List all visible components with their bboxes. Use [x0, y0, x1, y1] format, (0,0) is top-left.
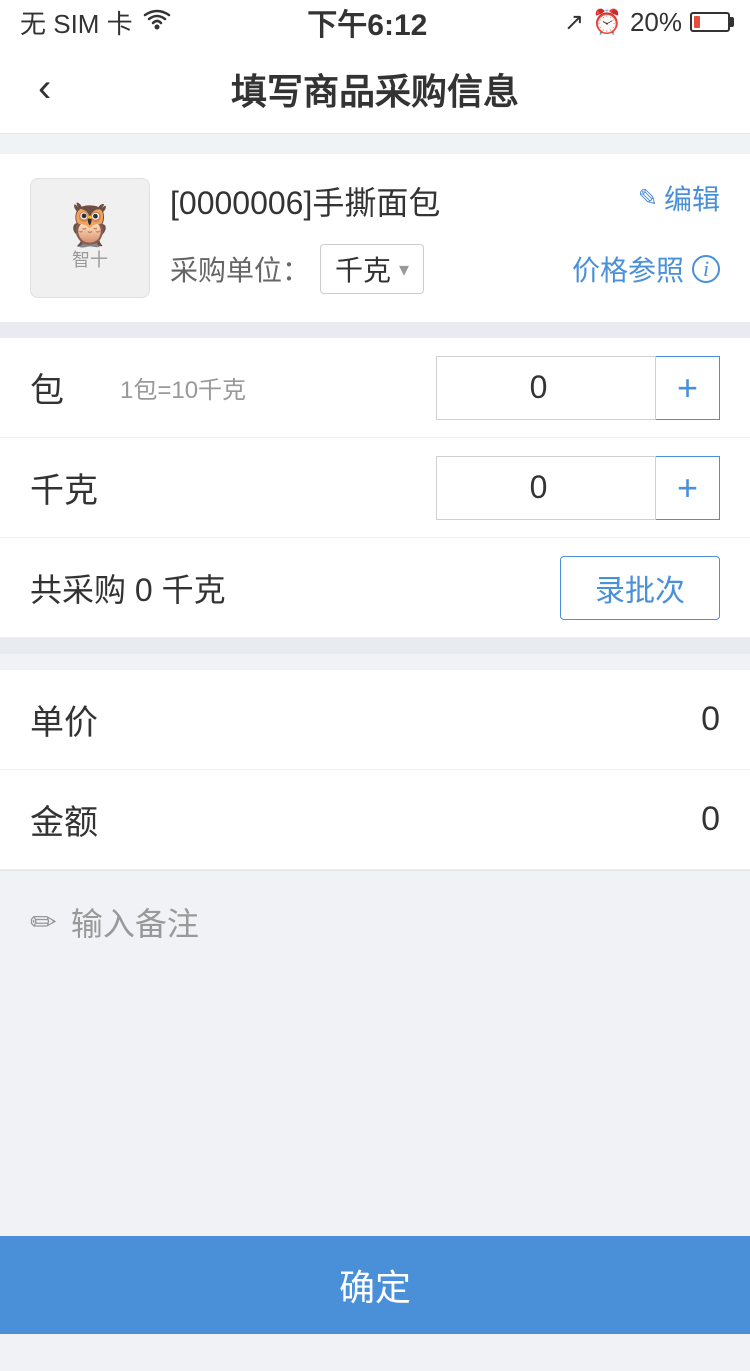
alarm-icon: ⏰ — [592, 8, 622, 37]
bag-label: 包 — [30, 363, 110, 412]
section-divider-1 — [0, 322, 750, 338]
remark-placeholder: 输入备注 — [71, 899, 199, 945]
price-ref-button[interactable]: 价格参照 i — [572, 249, 720, 289]
total-row: 共采购 0 千克 录批次 — [0, 538, 750, 638]
product-info: [0000006]手撕面包 ✎ 编辑 采购单位： 千克 ▾ 价格参照 i — [170, 178, 720, 294]
content-fill — [0, 973, 750, 1273]
product-image: 🦉 智十 — [30, 178, 150, 298]
page-title: 填写商品采购信息 — [231, 63, 519, 115]
bag-input[interactable] — [436, 356, 656, 420]
bag-input-row: 包 1包=10千克 + — [0, 338, 750, 438]
confirm-label: 确定 — [339, 1259, 411, 1311]
product-logo-sub: 智十 — [64, 246, 116, 272]
bag-plus-button[interactable]: + — [656, 356, 720, 420]
status-time: 下午6:12 — [307, 0, 427, 44]
product-logo: 🦉 — [64, 204, 116, 246]
unit-price-label: 单价 — [30, 695, 98, 744]
section-divider-2 — [0, 638, 750, 654]
edit-button[interactable]: ✎ 编辑 — [638, 178, 720, 218]
info-icon: i — [692, 255, 720, 283]
batch-btn-label: 录批次 — [595, 566, 685, 610]
status-bar: 无 SIM 卡 下午6:12 ↗ ⏰ 20% — [0, 0, 750, 44]
input-section: 包 1包=10千克 + 千克 + 共采购 0 千克 录批次 — [0, 338, 750, 638]
unit-label: 采购单位： — [170, 249, 310, 289]
batch-button[interactable]: 录批次 — [560, 556, 720, 620]
unit-price-value: 0 — [701, 700, 720, 739]
amount-label: 金额 — [30, 795, 98, 844]
confirm-button[interactable]: 确定 — [0, 1236, 750, 1334]
no-sim-text: 无 SIM 卡 — [20, 4, 133, 41]
total-text: 共采购 0 千克 — [30, 565, 226, 611]
status-left: 无 SIM 卡 — [20, 4, 171, 41]
chevron-down-icon: ▾ — [399, 257, 409, 282]
location-icon: ↗ — [564, 8, 584, 37]
battery-icon — [690, 12, 730, 32]
kg-input[interactable] — [436, 456, 656, 520]
kg-label: 千克 — [30, 463, 110, 512]
remark-section[interactable]: ✏ 输入备注 — [0, 870, 750, 973]
unit-select[interactable]: 千克 ▾ — [320, 244, 424, 294]
battery-pct-text: 20% — [630, 7, 682, 38]
product-name: [0000006]手撕面包 — [170, 178, 440, 224]
unit-value: 千克 — [335, 249, 391, 289]
product-section: 🦉 智十 [0000006]手撕面包 ✎ 编辑 采购单位： 千克 ▾ — [0, 154, 750, 322]
status-right: ↗ ⏰ 20% — [564, 7, 730, 38]
nav-bar: ‹ 填写商品采购信息 — [0, 44, 750, 134]
product-unit-row: 采购单位： 千克 ▾ 价格参照 i — [170, 244, 720, 294]
amount-row: 金额 0 — [0, 770, 750, 870]
bag-sub-label: 1包=10千克 — [120, 370, 436, 405]
price-section: 单价 0 金额 0 — [0, 670, 750, 870]
wifi-icon — [143, 7, 171, 38]
kg-input-row: 千克 + — [0, 438, 750, 538]
bag-field-wrapper: + — [436, 356, 720, 420]
edit-icon: ✎ — [638, 184, 658, 213]
kg-field-wrapper: + — [436, 456, 720, 520]
kg-plus-button[interactable]: + — [656, 456, 720, 520]
edit-label: 编辑 — [664, 178, 720, 218]
back-button[interactable]: ‹ — [28, 56, 61, 121]
price-ref-label: 价格参照 — [572, 249, 684, 289]
unit-price-row: 单价 0 — [0, 670, 750, 770]
amount-value: 0 — [701, 800, 720, 839]
product-header: [0000006]手撕面包 ✎ 编辑 — [170, 178, 720, 224]
pencil-icon: ✏ — [30, 903, 57, 941]
